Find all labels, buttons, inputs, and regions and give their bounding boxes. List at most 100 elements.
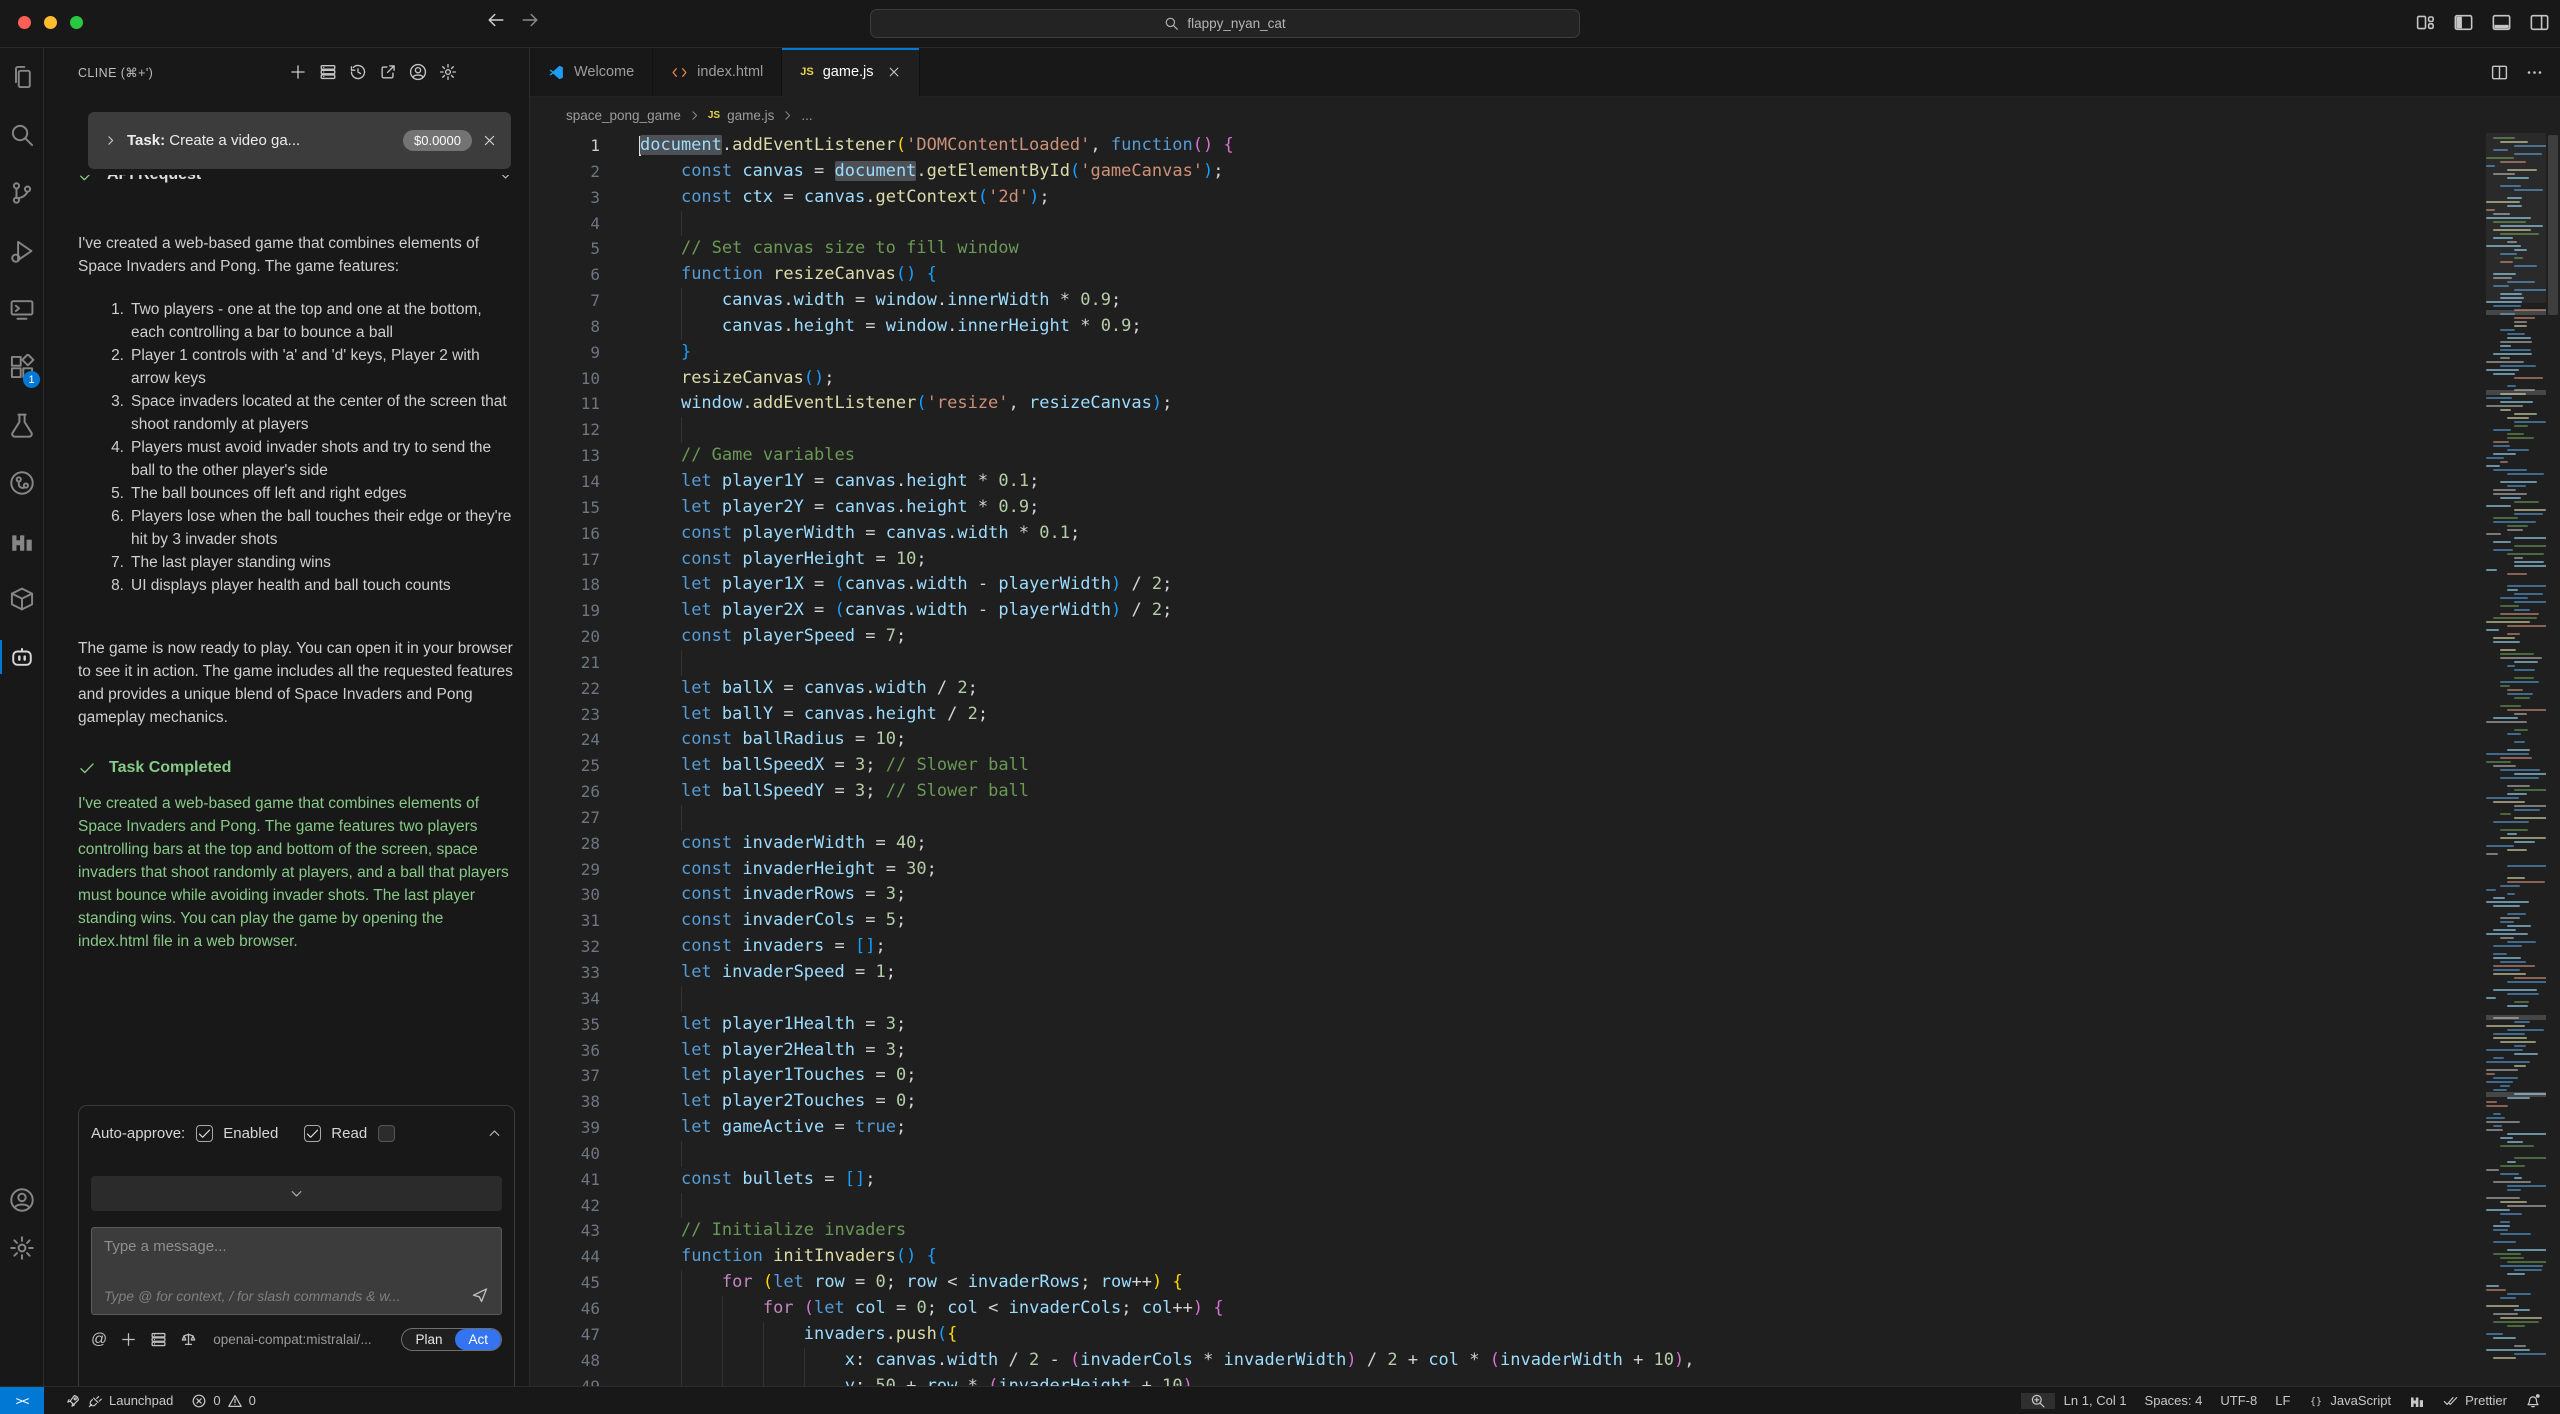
tab-game-js[interactable]: JSgame.js [782,48,919,97]
activity-item-search[interactable] [0,106,44,164]
activity-item-remote-explorer[interactable] [0,280,44,338]
api-request-row[interactable]: API Request [78,175,513,202]
code-line: 45 for (let row = 0; row < invaderRows; … [530,1270,2486,1296]
minimap-viewport[interactable] [2486,133,2546,303]
status-encoding[interactable]: UTF-8 [2211,1393,2266,1408]
minimap[interactable] [2486,133,2546,1386]
more-actions-icon[interactable] [2525,63,2544,82]
auto-approve-option: Read [304,1125,367,1142]
tab-index-html[interactable]: index.html [653,48,782,96]
code-line: 11 window.addEventListener('resize', res… [530,391,2486,417]
code-line: 43 // Initialize invaders [530,1218,2486,1244]
activity-item-run-debug[interactable] [0,222,44,280]
breadcrumb-file[interactable]: game.js [727,108,774,123]
line-number: 18 [530,572,600,598]
toggle-sidebar-icon[interactable] [2453,12,2474,33]
code-editor[interactable]: 1document.addEventListener('DOMContentLo… [530,133,2560,1386]
code-line: 14 let player1Y = canvas.height * 0.1; [530,469,2486,495]
sidebar-title: CLINE (⌘+') [78,65,153,80]
chevron-down-icon[interactable] [498,175,513,183]
minimize-window-button[interactable] [44,16,57,29]
breadcrumb-folder[interactable]: space_pong_game [566,108,681,123]
command-center-search[interactable]: flappy_nyan_cat [870,9,1580,38]
send-icon[interactable] [471,1286,489,1304]
code-line: 17 const playerHeight = 10; [530,547,2486,573]
back-icon[interactable] [486,10,506,30]
line-number: 47 [530,1322,600,1348]
enabled-checkbox[interactable] [196,1125,213,1142]
task-cost-badge: $0.0000 [403,130,472,151]
activity-item-graph[interactable] [0,454,44,512]
open-in-editor-icon[interactable] [379,63,397,81]
history-icon[interactable] [349,63,367,81]
chevron-down-icon [289,1186,304,1201]
settings-icon[interactable] [439,63,457,81]
status-formatter[interactable]: Prettier [2434,1393,2516,1409]
read-checkbox[interactable] [304,1125,321,1142]
add-context-icon[interactable] [120,1331,137,1348]
activity-item-source-control[interactable] [0,164,44,222]
activity-item-accounts[interactable] [0,1176,44,1224]
line-number: 43 [530,1218,600,1244]
customize-layout-icon[interactable] [2415,12,2436,33]
feature-item: 8.UI displays player health and ball tou… [104,574,513,597]
act-mode-button[interactable]: Act [455,1329,501,1350]
breadcrumb-symbol[interactable]: ... [801,108,812,123]
auto-approve-extra-checkbox[interactable] [378,1125,395,1142]
editor-scrollbar[interactable] [2546,133,2560,1386]
forward-icon[interactable] [520,10,540,30]
scrollbar-thumb[interactable] [2548,135,2558,315]
tab-label: Welcome [574,64,634,80]
toggle-secondary-sidebar-icon[interactable] [2529,12,2550,33]
account-icon[interactable] [409,63,427,81]
status-extension-status[interactable] [2400,1393,2434,1409]
status-cursor-position[interactable]: Ln 1, Col 1 [2055,1393,2136,1408]
mcp-servers-icon[interactable] [319,63,337,81]
launchpad-status[interactable]: Launchpad [56,1393,182,1409]
task-card[interactable]: Task: Create a video ga... $0.0000 [88,112,511,169]
window-controls [18,16,83,29]
feature-item: 7.The last player standing wins [104,551,513,574]
line-number: 36 [530,1038,600,1064]
activity-item-explorer[interactable] [0,48,44,106]
status-eol[interactable]: LF [2266,1393,2299,1408]
close-window-button[interactable] [18,16,31,29]
remote-indicator[interactable]: >< [0,1387,44,1414]
feature-list: 1.Two players - one at the top and one a… [78,298,513,597]
toggle-panel-icon[interactable] [2491,12,2512,33]
code-line: 35 let player1Health = 3; [530,1012,2486,1038]
status-zoom-control[interactable] [2021,1393,2055,1409]
code-line: 20 const playerSpeed = 7; [530,624,2486,650]
new-task-icon[interactable] [289,63,307,81]
message-input[interactable]: Type a message... Type @ for context, / … [91,1227,502,1315]
tab-Welcome[interactable]: Welcome [530,48,653,96]
plan-mode-button[interactable]: Plan [402,1329,455,1350]
line-number: 6 [530,262,600,288]
mcp-servers-icon[interactable] [150,1331,167,1348]
mention-icon[interactable]: @ [91,1331,107,1348]
code-line: 24 const ballRadius = 10; [530,727,2486,753]
expand-actions-bar[interactable] [91,1176,502,1211]
rules-icon[interactable] [180,1331,197,1348]
activity-item-cline[interactable] [0,628,44,686]
activity-item-testing[interactable] [0,396,44,454]
activity-item-containers[interactable] [0,570,44,628]
chevron-up-icon[interactable] [487,1126,502,1141]
activity-item-settings[interactable] [0,1224,44,1272]
status-indentation[interactable]: Spaces: 4 [2136,1393,2212,1408]
code-line: 4 [530,211,2486,237]
status-language-mode[interactable]: {}JavaScript [2299,1393,2400,1409]
activity-item-hex-tool[interactable] [0,512,44,570]
model-selector[interactable]: openai-compat:mistralai/... [213,1332,388,1347]
vscode-logo-icon [548,64,565,81]
activity-item-extensions[interactable]: 1 [0,338,44,396]
problems-status[interactable]: 0 0 [182,1393,264,1409]
split-editor-icon[interactable] [2490,63,2509,82]
zoom-window-button[interactable] [70,16,83,29]
status-notifications[interactable] [2516,1393,2550,1409]
line-number: 1 [530,133,600,159]
line-number: 31 [530,908,600,934]
close-tab-icon[interactable] [887,65,901,79]
line-number: 49 [530,1374,600,1387]
close-task-icon[interactable] [482,133,497,148]
